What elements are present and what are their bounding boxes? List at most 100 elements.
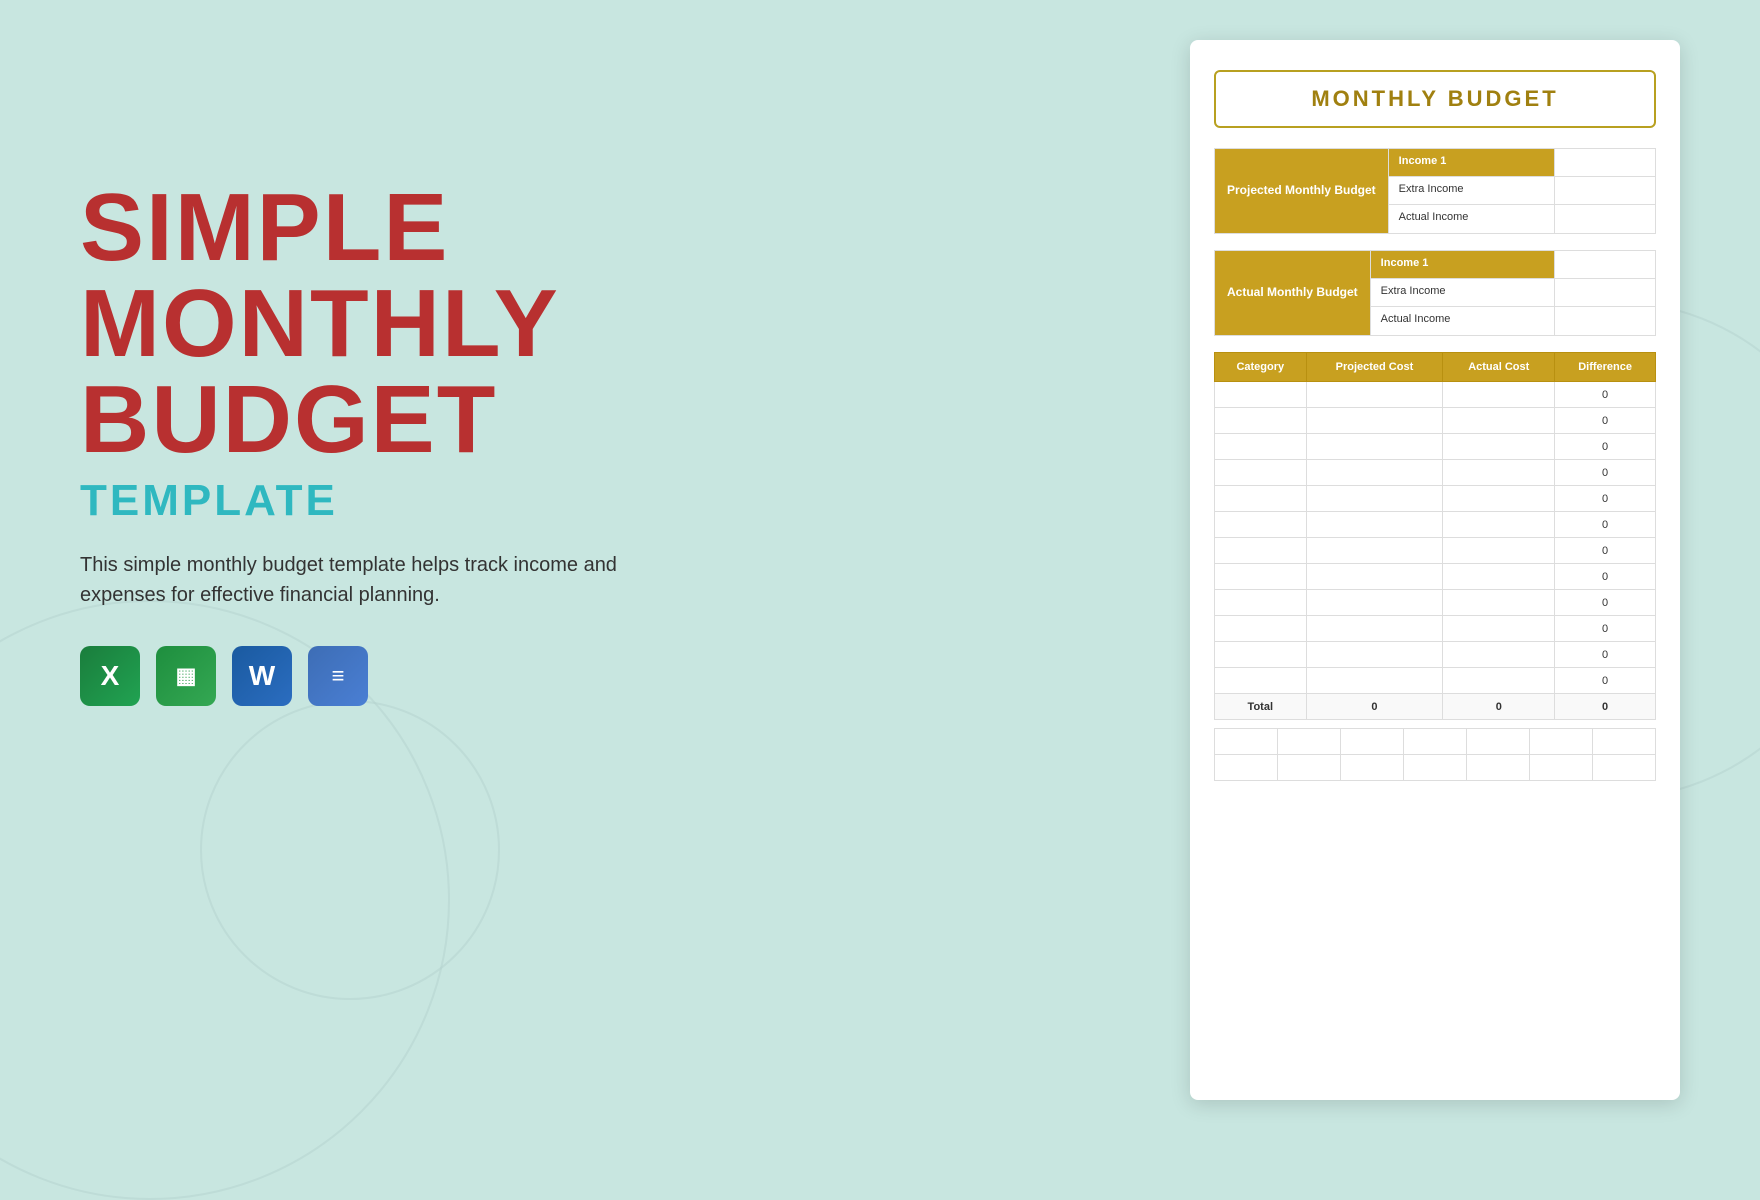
sheets-symbol: ▦ [176,663,197,689]
actual-row-3: Actual Income [1371,307,1655,335]
category-cell[interactable] [1215,512,1307,538]
category-cell[interactable] [1215,616,1307,642]
difference-cell: 0 [1555,460,1656,486]
category-cell[interactable] [1215,564,1307,590]
projected-cost-cell[interactable] [1306,408,1443,434]
bottom-row-2 [1215,755,1656,781]
bottom-cell [1341,729,1404,755]
title-line1: SIMPLE [80,180,700,276]
actual-cost-cell[interactable] [1443,564,1555,590]
actual-cost-cell[interactable] [1443,668,1555,694]
total-difference: 0 [1555,694,1656,720]
total-projected: 0 [1306,694,1443,720]
bottom-cell [1404,755,1467,781]
projected-cost-cell[interactable] [1306,616,1443,642]
actual-rows: Income 1 Extra Income Actual Income [1370,251,1655,335]
difference-cell: 0 [1555,408,1656,434]
description: This simple monthly budget template help… [80,550,640,610]
projected-rows: Income 1 Extra Income Actual Income [1388,149,1655,233]
projected-cost-cell[interactable] [1306,382,1443,408]
projected-actual-value[interactable] [1555,205,1655,233]
difference-cell: 0 [1555,512,1656,538]
category-cell[interactable] [1215,434,1307,460]
bottom-cell [1341,755,1404,781]
actual-cost-cell[interactable] [1443,616,1555,642]
bottom-cell [1215,729,1278,755]
actual-cost-cell[interactable] [1443,512,1555,538]
table-row: 0 [1215,434,1656,460]
category-cell[interactable] [1215,538,1307,564]
bottom-cell [1530,729,1593,755]
actual-income1-value[interactable] [1555,251,1655,278]
category-cell[interactable] [1215,668,1307,694]
projected-row-1: Income 1 [1389,149,1655,177]
projected-cost-cell[interactable] [1306,668,1443,694]
app-icons-row: X ▦ W ≡ [80,646,700,706]
table-row: 0 [1215,382,1656,408]
projected-income1-label: Income 1 [1389,149,1555,176]
difference-cell: 0 [1555,564,1656,590]
actual-cost-cell[interactable] [1443,642,1555,668]
actual-cost-cell[interactable] [1443,486,1555,512]
bottom-cell [1278,755,1341,781]
table-row: 0 [1215,668,1656,694]
projected-cost-cell[interactable] [1306,512,1443,538]
category-cell[interactable] [1215,382,1307,408]
bottom-cell [1215,755,1278,781]
category-cell[interactable] [1215,460,1307,486]
projected-row-2: Extra Income [1389,177,1655,205]
table-row: 0 [1215,642,1656,668]
projected-income1-value[interactable] [1555,149,1655,176]
actual-actual-value[interactable] [1555,307,1655,335]
category-cell[interactable] [1215,486,1307,512]
difference-cell: 0 [1555,642,1656,668]
subtitle: TEMPLATE [80,476,700,526]
actual-cost-cell[interactable] [1443,590,1555,616]
category-cell[interactable] [1215,408,1307,434]
table-row: 0 [1215,538,1656,564]
table-row: 0 [1215,512,1656,538]
actual-cost-cell[interactable] [1443,538,1555,564]
difference-cell: 0 [1555,486,1656,512]
sheets-icon[interactable]: ▦ [156,646,216,706]
docs-icon[interactable]: ≡ [308,646,368,706]
col-projected-cost: Projected Cost [1306,353,1443,382]
docs-symbol: ≡ [332,663,345,689]
actual-cost-cell[interactable] [1443,460,1555,486]
actual-actual-label: Actual Income [1371,307,1555,335]
projected-cost-cell[interactable] [1306,434,1443,460]
table-row: 0 [1215,564,1656,590]
projected-cost-cell[interactable] [1306,564,1443,590]
actual-extra-label: Extra Income [1371,279,1555,306]
word-letter: W [249,660,275,692]
difference-cell: 0 [1555,590,1656,616]
projected-cost-cell[interactable] [1306,538,1443,564]
actual-label: Actual Monthly Budget [1215,251,1370,335]
col-difference: Difference [1555,353,1656,382]
title-line2: MONTHLY [80,276,700,372]
category-cell[interactable] [1215,590,1307,616]
projected-cost-cell[interactable] [1306,590,1443,616]
actual-row-2: Extra Income [1371,279,1655,307]
title-line3: BUDGET [80,372,700,468]
projected-cost-cell[interactable] [1306,642,1443,668]
table-row: 0 [1215,460,1656,486]
actual-cost-cell[interactable] [1443,382,1555,408]
bottom-cell [1593,755,1656,781]
bottom-cell [1278,729,1341,755]
projected-cost-cell[interactable] [1306,460,1443,486]
table-row: 0 [1215,590,1656,616]
actual-row-1: Income 1 [1371,251,1655,279]
table-row: 0 [1215,408,1656,434]
category-cell[interactable] [1215,642,1307,668]
word-icon[interactable]: W [232,646,292,706]
actual-cost-cell[interactable] [1443,408,1555,434]
actual-extra-value[interactable] [1555,279,1655,306]
actual-cost-cell[interactable] [1443,434,1555,460]
total-row: Total 0 0 0 [1215,694,1656,720]
excel-icon[interactable]: X [80,646,140,706]
projected-extra-value[interactable] [1555,177,1655,204]
projected-cost-cell[interactable] [1306,486,1443,512]
excel-letter: X [101,660,120,692]
document-title: MONTHLY BUDGET [1236,86,1634,112]
